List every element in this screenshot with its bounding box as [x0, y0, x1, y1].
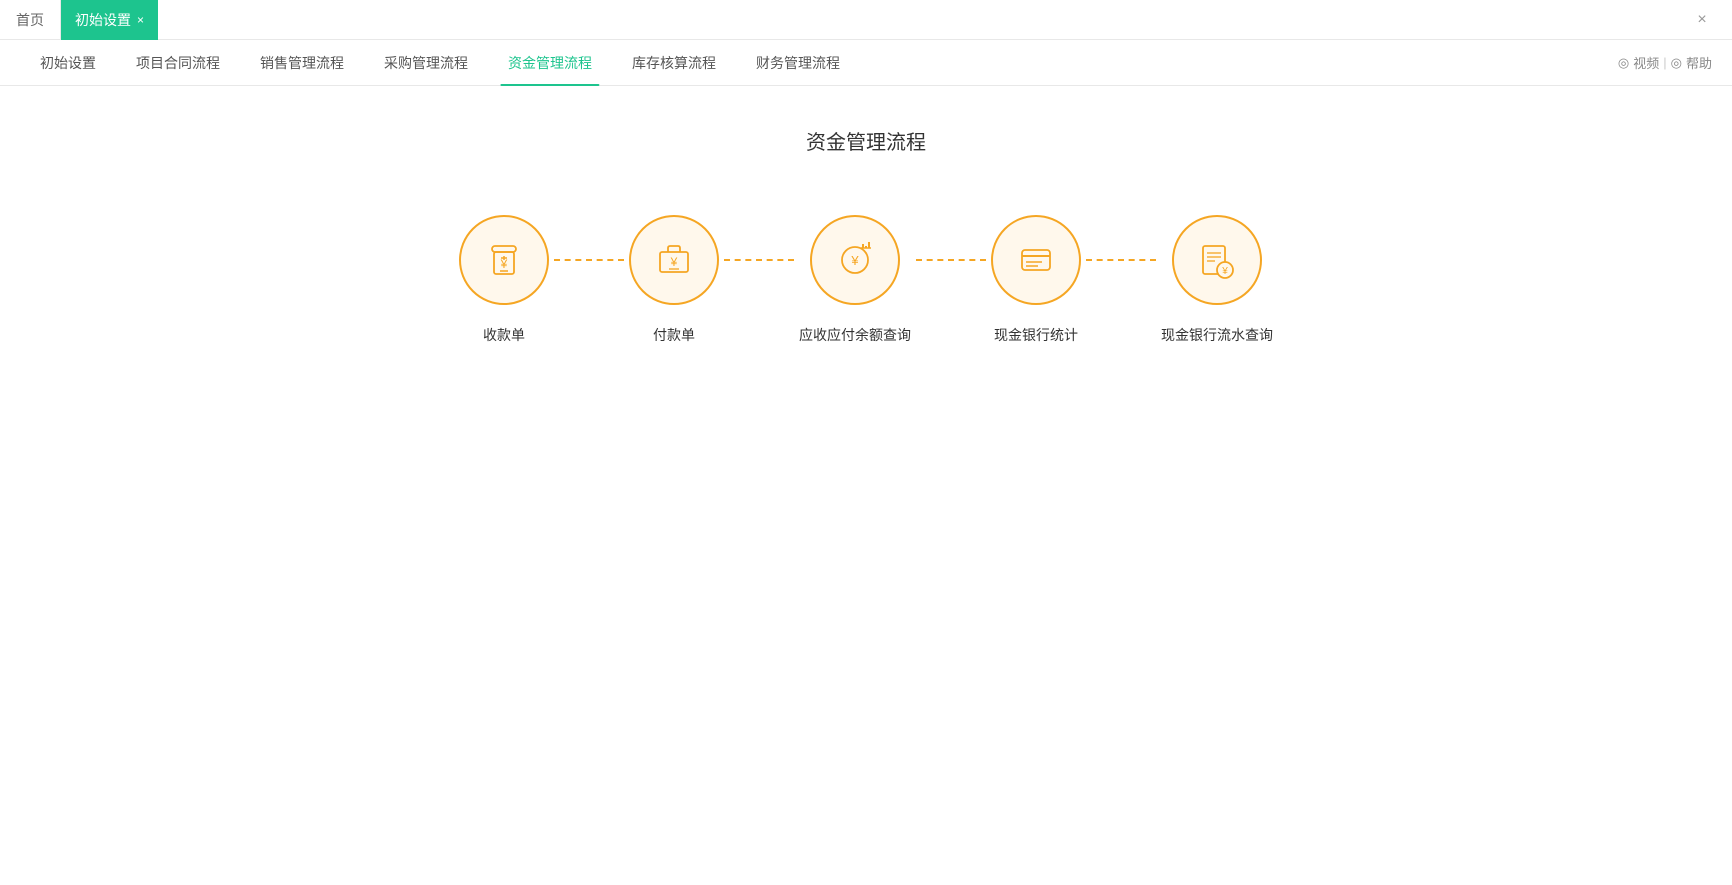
- step-receipt-circle: ¥: [459, 215, 549, 305]
- nav-item-project-contract[interactable]: 项目合同流程: [116, 40, 240, 86]
- step-payment[interactable]: ¥ 付款单: [629, 215, 719, 345]
- step-cash-bank-flow-circle: ¥: [1172, 215, 1262, 305]
- nav-right: ◎ 视频 | ◎ 帮助: [1618, 53, 1712, 72]
- step-ar-ap-circle: ¥: [810, 215, 900, 305]
- step-ar-ap-balance[interactable]: ¥ 应收应付余额查询: [799, 215, 911, 345]
- step-cash-bank-flow[interactable]: ¥ 现金银行流水查询: [1161, 215, 1273, 345]
- receipt-icon: ¥: [482, 238, 526, 282]
- step-cash-bank-stats-circle: [991, 215, 1081, 305]
- circle-icon2: ◎: [1671, 55, 1682, 71]
- step-cash-bank-stats-label: 现金银行统计: [994, 325, 1078, 345]
- flow-icon: ¥: [1195, 238, 1239, 282]
- connector-2: [719, 259, 799, 261]
- video-link[interactable]: 视频: [1633, 53, 1659, 72]
- active-tab-label: 初始设置: [75, 0, 131, 40]
- nav-item-finance-mgmt[interactable]: 财务管理流程: [736, 40, 860, 86]
- step-receipt[interactable]: ¥ 收款单: [459, 215, 549, 345]
- nav-item-inventory[interactable]: 库存核算流程: [612, 40, 736, 86]
- balance-icon: ¥: [833, 238, 877, 282]
- nav-bar: 初始设置 项目合同流程 销售管理流程 采购管理流程 资金管理流程 库存核算流程 …: [0, 40, 1732, 86]
- step-payment-circle: ¥: [629, 215, 719, 305]
- main-content: 资金管理流程 ¥ 收款单: [0, 86, 1732, 385]
- connector-4: [1081, 259, 1161, 261]
- window-controls: ×: [1672, 0, 1732, 40]
- step-cash-bank-flow-label: 现金银行流水查询: [1161, 325, 1273, 345]
- flow-steps: ¥ 收款单 ¥ 付款单: [20, 215, 1712, 345]
- step-ar-ap-label: 应收应付余额查询: [799, 325, 911, 345]
- close-button[interactable]: ×: [1697, 11, 1706, 29]
- active-tab[interactable]: 初始设置 ×: [61, 0, 158, 40]
- step-payment-label: 付款单: [653, 325, 695, 345]
- connector-1: [549, 259, 629, 261]
- top-tab-bar: 首页 初始设置 ×: [0, 0, 1732, 40]
- stats-icon: [1014, 238, 1058, 282]
- payment-icon: ¥: [652, 238, 696, 282]
- svg-text:¥: ¥: [1221, 266, 1228, 277]
- separator: |: [1663, 55, 1666, 70]
- active-tab-close-icon[interactable]: ×: [137, 0, 144, 40]
- nav-item-initial-setup[interactable]: 初始设置: [20, 40, 116, 86]
- svg-text:¥: ¥: [850, 253, 859, 268]
- nav-items: 初始设置 项目合同流程 销售管理流程 采购管理流程 资金管理流程 库存核算流程 …: [20, 40, 1618, 86]
- home-tab[interactable]: 首页: [0, 0, 61, 40]
- step-receipt-label: 收款单: [483, 325, 525, 345]
- nav-item-capital-mgmt[interactable]: 资金管理流程: [488, 40, 612, 86]
- step-cash-bank-stats[interactable]: 现金银行统计: [991, 215, 1081, 345]
- help-link[interactable]: 帮助: [1686, 53, 1712, 72]
- nav-item-purchase-mgmt[interactable]: 采购管理流程: [364, 40, 488, 86]
- page-title: 资金管理流程: [20, 126, 1712, 155]
- connector-3: [911, 259, 991, 261]
- svg-text:¥: ¥: [670, 255, 678, 269]
- circle-icon: ◎: [1618, 55, 1629, 71]
- nav-item-sales-mgmt[interactable]: 销售管理流程: [240, 40, 364, 86]
